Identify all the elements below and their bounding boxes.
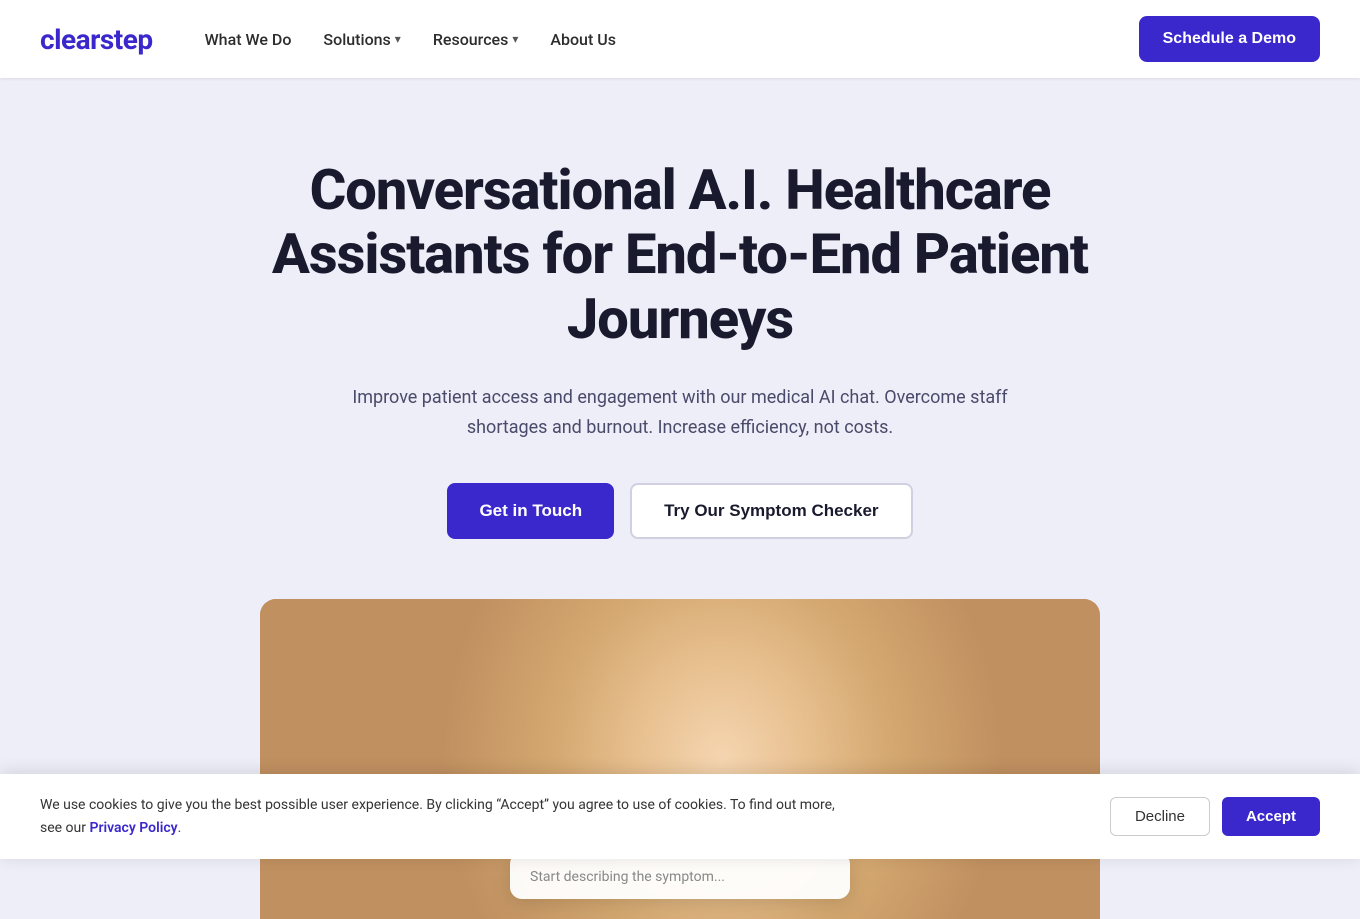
nav-item-solutions[interactable]: Solutions ▾ <box>311 22 412 57</box>
nav-item-what-we-do[interactable]: What We Do <box>193 22 304 57</box>
hero-buttons: Get in Touch Try Our Symptom Checker <box>40 483 1320 539</box>
navbar: clearstep What We Do Solutions ▾ Resourc… <box>0 0 1360 78</box>
nav-links: What We Do Solutions ▾ Resources ▾ About… <box>193 22 628 57</box>
cookie-buttons: Decline Accept <box>1110 797 1320 836</box>
get-in-touch-button[interactable]: Get in Touch <box>447 483 614 539</box>
cookie-message: We use cookies to give you the best poss… <box>40 794 840 839</box>
cookie-accept-button[interactable]: Accept <box>1222 797 1320 836</box>
cookie-decline-button[interactable]: Decline <box>1110 797 1210 836</box>
symptom-checker-button[interactable]: Try Our Symptom Checker <box>630 483 912 539</box>
hero-subtitle: Improve patient access and engagement wi… <box>320 383 1040 442</box>
hero-image: Start describing the symptom... <box>260 599 1100 919</box>
nav-item-resources[interactable]: Resources ▾ <box>421 22 531 57</box>
nav-label-what-we-do: What We Do <box>205 30 292 49</box>
hero-photo: Start describing the symptom... <box>260 599 1100 919</box>
schedule-demo-button[interactable]: Schedule a Demo <box>1139 16 1320 62</box>
chat-overlay-text: Start describing the symptom... <box>530 869 725 885</box>
nav-label-about-us: About Us <box>550 30 616 49</box>
hero-title: Conversational A.I. Healthcare Assistant… <box>230 158 1130 351</box>
cookie-banner: We use cookies to give you the best poss… <box>0 774 1360 859</box>
privacy-policy-link[interactable]: Privacy Policy <box>89 820 177 836</box>
nav-label-solutions: Solutions <box>323 30 390 49</box>
nav-label-resources: Resources <box>433 30 509 49</box>
chevron-down-icon: ▾ <box>395 32 401 46</box>
cookie-message-suffix: . <box>178 820 182 836</box>
navbar-left: clearstep What We Do Solutions ▾ Resourc… <box>40 22 628 57</box>
chevron-down-icon: ▾ <box>512 32 518 46</box>
nav-item-about-us[interactable]: About Us <box>538 22 628 57</box>
logo[interactable]: clearstep <box>40 23 153 56</box>
